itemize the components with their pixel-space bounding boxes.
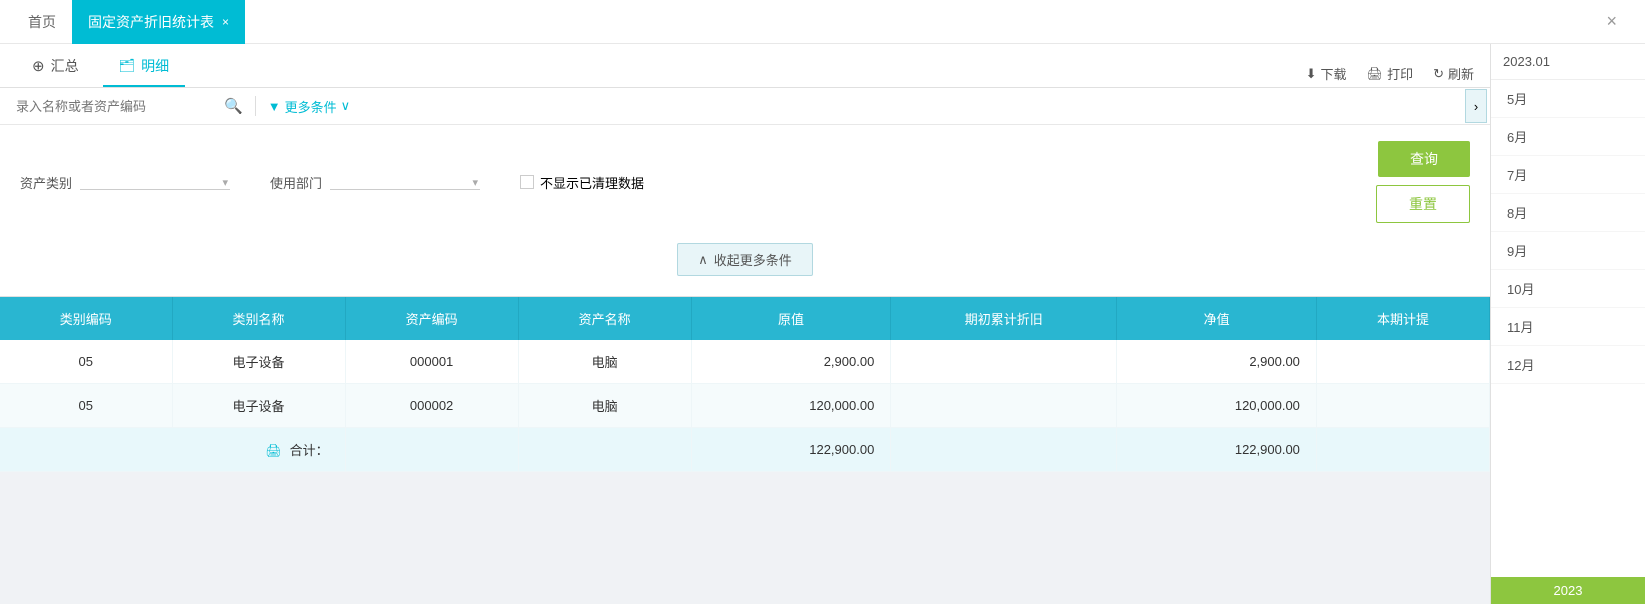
filter-icon: ▼ [268, 99, 281, 114]
table-header-row: 类别编码 类别名称 资产编码 资产名称 原值 期初累计折旧 净值 本期计提 [0, 297, 1490, 340]
cell-net-value: 120,000.00 [1117, 384, 1317, 428]
no-cleared-label: 不显示已清理数据 [540, 173, 644, 192]
more-filter-arrow: ∨ [341, 98, 351, 114]
side-expand-arrow[interactable]: › [1465, 89, 1487, 123]
asset-category-field: 资产类别 ▾ [20, 173, 230, 192]
tab-summary[interactable]: ⊕ 汇总 [16, 47, 95, 87]
col-category-name: 类别名称 [172, 297, 345, 340]
more-filter-label: 更多条件 [285, 97, 337, 116]
print-label: 打印 [1387, 64, 1413, 83]
print-icon: 🖨 [1367, 66, 1384, 82]
summary-icon: 🖨 [265, 443, 282, 458]
adv-filter-panel: 资产类别 ▾ 使用部门 ▾ [0, 125, 1490, 297]
summary-tab-label: 汇总 [51, 56, 79, 76]
no-cleared-checkbox[interactable] [520, 175, 534, 189]
more-filter-btn[interactable]: ▼ 更多条件 ∨ [268, 97, 350, 116]
month-12[interactable]: 12月 [1491, 346, 1645, 384]
cell-accum-dep [891, 340, 1117, 384]
cell-asset-name: 电脑 [518, 384, 691, 428]
download-btn[interactable]: ⬇ 下载 [1306, 64, 1347, 83]
collapse-button[interactable]: ∧ 收起更多条件 [677, 243, 813, 276]
summary-row: 🖨 合计： 122,900.00 122,900.00 [0, 428, 1490, 472]
date-display: 2023.01 [1491, 44, 1645, 80]
cell-category-name: 电子设备 [172, 384, 345, 428]
collapse-label: 收起更多条件 [714, 250, 792, 269]
dept-select[interactable] [330, 174, 480, 190]
cell-asset-code: 000001 [345, 340, 518, 384]
table-container: 类别编码 类别名称 资产编码 资产名称 原值 期初累计折旧 净值 本期计提 05… [0, 297, 1490, 472]
cell-original-value: 120,000.00 [691, 384, 891, 428]
download-label: 下载 [1321, 64, 1347, 83]
detail-tab-label: 明细 [141, 56, 169, 76]
filter-actions: 查询 重置 [1376, 141, 1470, 223]
month-6[interactable]: 6月 [1491, 118, 1645, 156]
filter-divider [255, 96, 256, 116]
collapse-icon: ∧ [698, 252, 708, 268]
table-row: 05 电子设备 000002 电脑 120,000.00 120,000.00 [0, 384, 1490, 428]
refresh-icon: ↻ [1433, 66, 1444, 82]
right-calendar-panel: 2023.01 5月 6月 7月 8月 9月 10月 11月 12月 2023 [1490, 44, 1645, 604]
month-10[interactable]: 10月 [1491, 270, 1645, 308]
dept-field: 使用部门 ▾ [270, 173, 480, 192]
cell-current-dep [1316, 384, 1489, 428]
active-tab[interactable]: 固定资产折旧统计表 × [72, 0, 245, 44]
cell-category-code: 05 [0, 384, 172, 428]
month-5[interactable]: 5月 [1491, 80, 1645, 118]
cell-current-dep [1316, 340, 1489, 384]
cell-category-code: 05 [0, 340, 172, 384]
cell-asset-name: 电脑 [518, 340, 691, 384]
table-row: 05 电子设备 000001 电脑 2,900.00 2,900.00 [0, 340, 1490, 384]
cell-asset-code: 000002 [345, 384, 518, 428]
arrow-icon: › [1474, 99, 1478, 114]
search-icon[interactable]: 🔍 [224, 97, 243, 115]
col-category-code: 类别编码 [0, 297, 172, 340]
query-button[interactable]: 查询 [1378, 141, 1470, 177]
dept-label: 使用部门 [270, 173, 322, 192]
tab-close-btn[interactable]: × [222, 15, 229, 29]
download-icon: ⬇ [1306, 66, 1317, 82]
col-asset-code: 资产编码 [345, 297, 518, 340]
data-table: 类别编码 类别名称 资产编码 资产名称 原值 期初累计折旧 净值 本期计提 05… [0, 297, 1490, 472]
sub-tab-bar: ⊕ 汇总 🗂 明细 ⬇ 下载 🖨 打印 ↻ 刷新 [0, 44, 1490, 88]
summary-label: 🖨 合计： [0, 428, 345, 472]
col-asset-name: 资产名称 [518, 297, 691, 340]
no-cleared-field: 不显示已清理数据 [520, 173, 644, 192]
tab-label: 固定资产折旧统计表 [88, 12, 214, 32]
asset-category-label: 资产类别 [20, 173, 72, 192]
summary-net-value: 122,900.00 [1117, 428, 1317, 472]
home-tab[interactable]: 首页 [12, 12, 72, 32]
month-11[interactable]: 11月 [1491, 308, 1645, 346]
col-net-value: 净值 [1117, 297, 1317, 340]
reset-button[interactable]: 重置 [1376, 185, 1470, 223]
print-btn[interactable]: 🖨 打印 [1367, 64, 1414, 83]
col-current-depreciation: 本期计提 [1316, 297, 1489, 340]
cell-category-name: 电子设备 [172, 340, 345, 384]
month-7[interactable]: 7月 [1491, 156, 1645, 194]
tab-detail[interactable]: 🗂 明细 [103, 47, 186, 87]
cell-net-value: 2,900.00 [1117, 340, 1317, 384]
refresh-label: 刷新 [1448, 64, 1474, 83]
top-nav: 首页 固定资产折旧统计表 × × [0, 0, 1645, 44]
month-8[interactable]: 8月 [1491, 194, 1645, 232]
asset-category-select[interactable] [80, 174, 230, 190]
filter-bar: 🔍 ▼ 更多条件 ∨ › [0, 88, 1490, 125]
summary-tab-icon: ⊕ [32, 57, 45, 75]
search-input[interactable] [16, 99, 216, 114]
summary-original-value: 122,900.00 [691, 428, 891, 472]
adv-filter-row: 资产类别 ▾ 使用部门 ▾ [20, 141, 1470, 223]
col-accum-depreciation: 期初累计折旧 [891, 297, 1117, 340]
refresh-btn[interactable]: ↻ 刷新 [1433, 64, 1474, 83]
col-original-value: 原值 [691, 297, 891, 340]
detail-tab-icon: 🗂 [119, 58, 136, 74]
month-9[interactable]: 9月 [1491, 232, 1645, 270]
cell-original-value: 2,900.00 [691, 340, 891, 384]
cell-accum-dep [891, 384, 1117, 428]
sub-tab-actions: ⬇ 下载 🖨 打印 ↻ 刷新 [1306, 64, 1474, 87]
year-badge[interactable]: 2023 [1491, 577, 1645, 604]
main-content: ⊕ 汇总 🗂 明细 ⬇ 下载 🖨 打印 ↻ 刷新 🔍 ▼ [0, 44, 1490, 472]
window-close-btn[interactable]: × [1590, 11, 1633, 32]
collapse-bar: ∧ 收起更多条件 [20, 235, 1470, 288]
